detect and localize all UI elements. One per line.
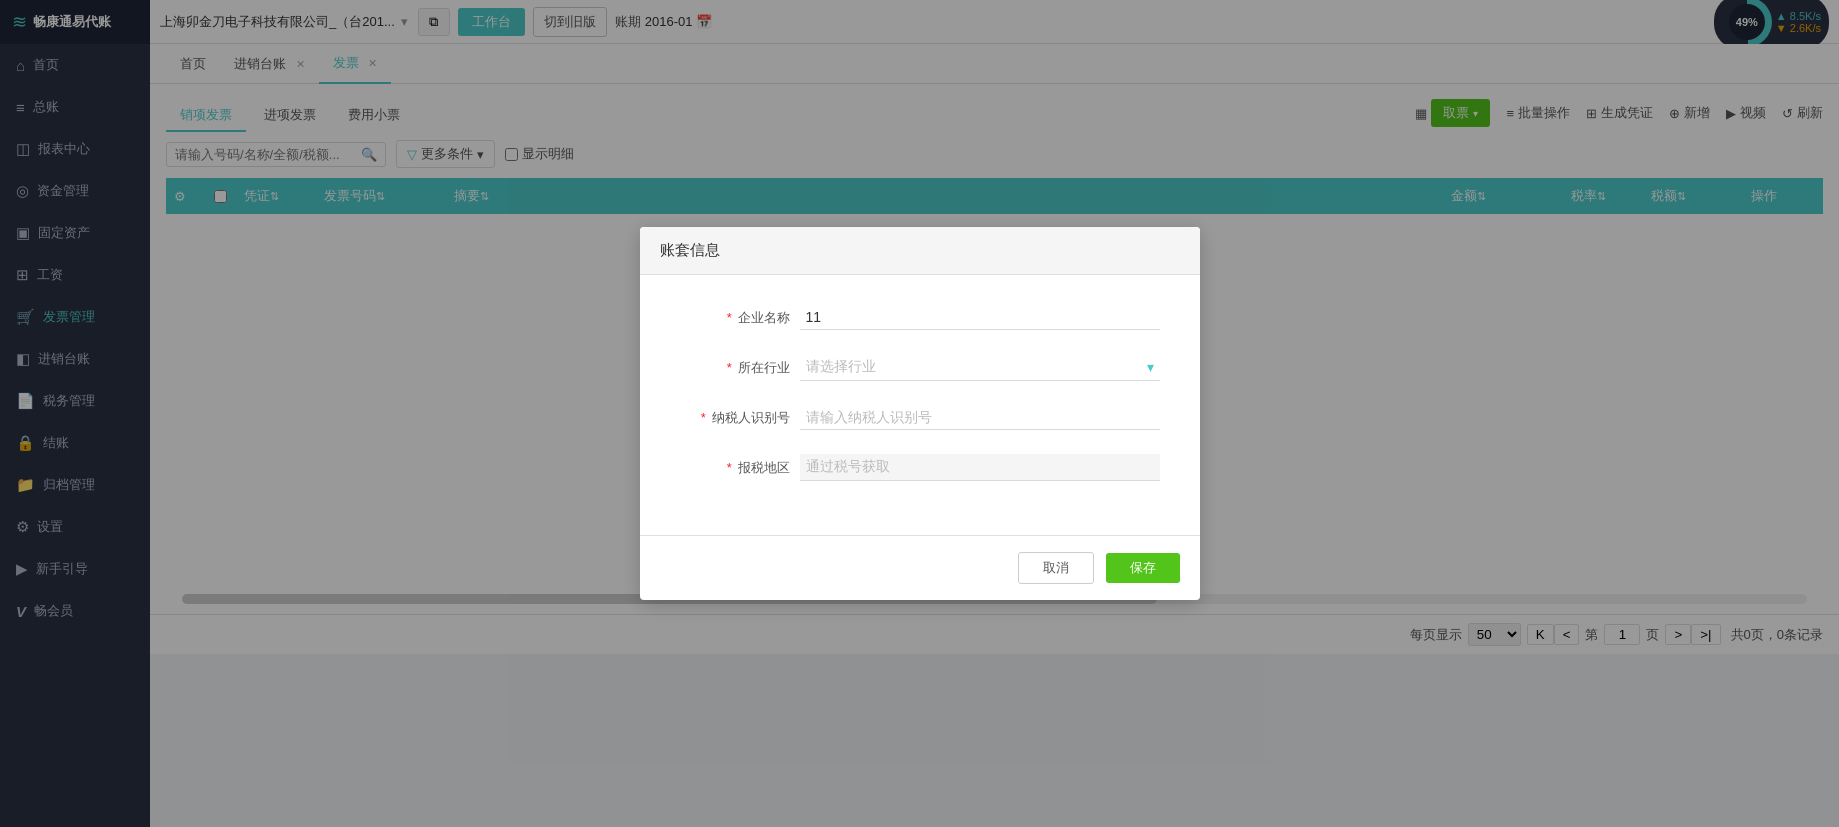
form-row-industry: * 所在行业 请选择行业 ▾ bbox=[680, 354, 1160, 381]
company-name-label: * 企业名称 bbox=[680, 309, 800, 327]
tax-id-label: * 纳税人识别号 bbox=[680, 409, 800, 427]
modal-title: 账套信息 bbox=[660, 241, 720, 258]
tax-id-input[interactable] bbox=[800, 405, 1160, 430]
tax-region-placeholder: 通过税号获取 bbox=[806, 458, 890, 474]
industry-label: * 所在行业 bbox=[680, 359, 800, 377]
industry-chevron-icon: ▾ bbox=[1147, 359, 1154, 375]
tax-region-field: 通过税号获取 bbox=[800, 454, 1160, 481]
modal-footer: 取消 保存 bbox=[640, 535, 1200, 600]
modal-header: 账套信息 bbox=[640, 227, 1200, 275]
form-row-tax-id: * 纳税人识别号 bbox=[680, 405, 1160, 430]
form-row-company-name: * 企业名称 bbox=[680, 305, 1160, 330]
industry-placeholder: 请选择行业 bbox=[806, 358, 876, 376]
form-row-tax-region: * 报税地区 通过税号获取 bbox=[680, 454, 1160, 481]
account-info-modal: 账套信息 * 企业名称 * 所在行业 请选择行业 ▾ bbox=[640, 227, 1200, 600]
modal-body: * 企业名称 * 所在行业 请选择行业 ▾ * 纳 bbox=[640, 275, 1200, 535]
industry-select[interactable]: 请选择行业 ▾ bbox=[800, 354, 1160, 381]
company-name-input[interactable] bbox=[800, 305, 1160, 330]
modal-overlay[interactable]: 账套信息 * 企业名称 * 所在行业 请选择行业 ▾ bbox=[0, 0, 1839, 827]
save-button[interactable]: 保存 bbox=[1106, 553, 1180, 583]
tax-region-label: * 报税地区 bbox=[680, 459, 800, 477]
cancel-button[interactable]: 取消 bbox=[1018, 552, 1094, 584]
